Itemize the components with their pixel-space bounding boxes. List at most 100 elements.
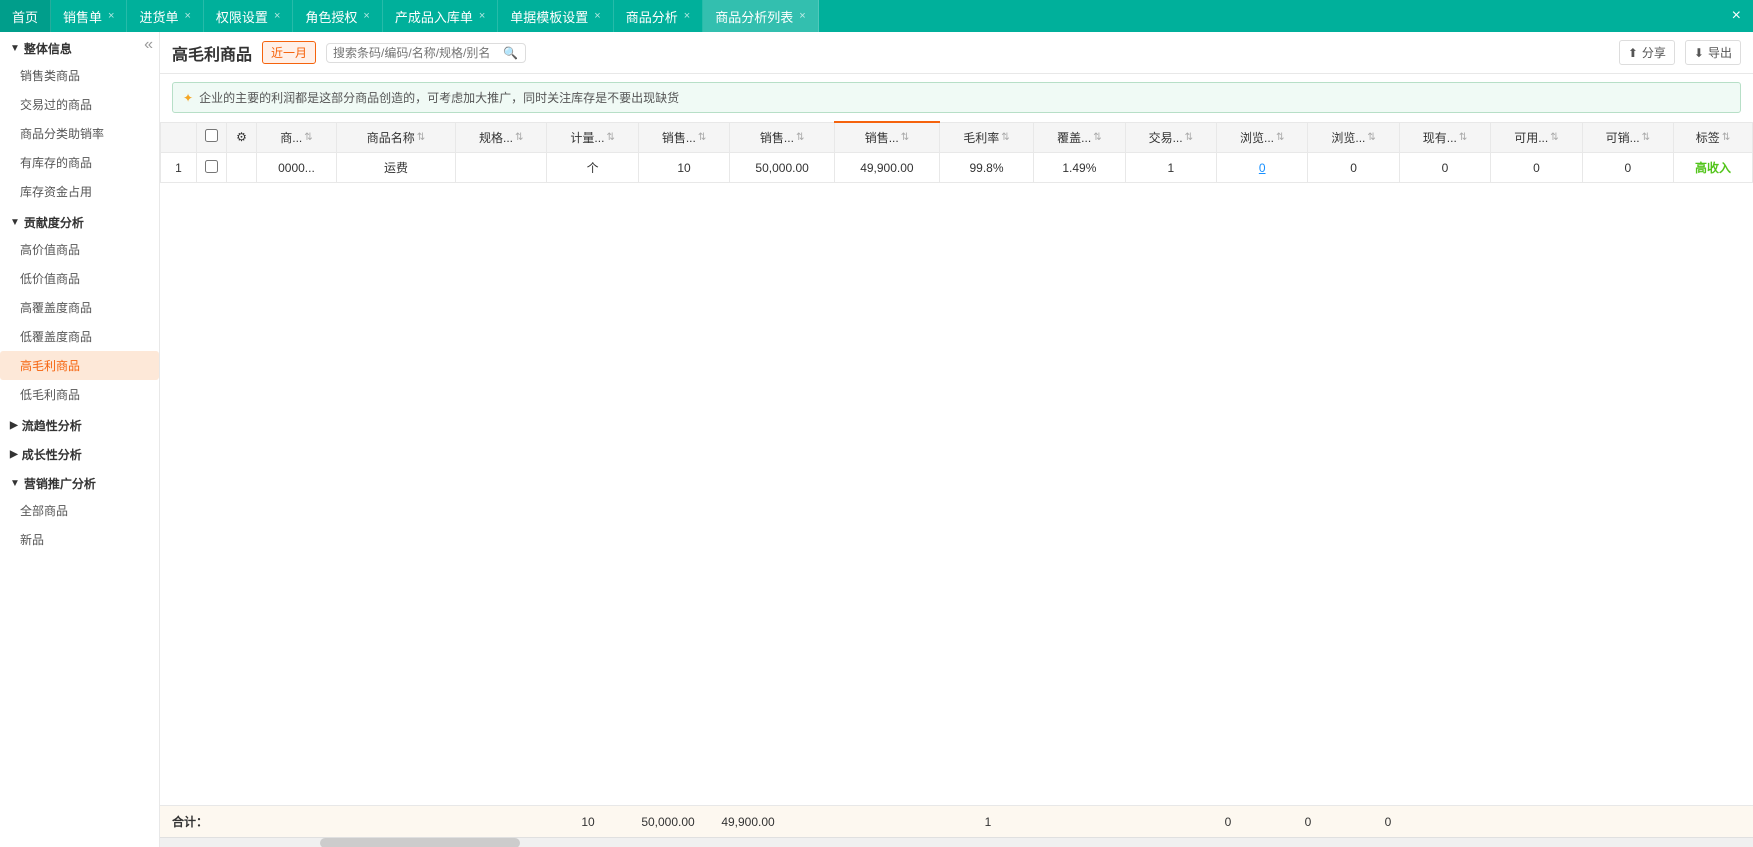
col-name[interactable]: 商品名称 ⇅ <box>336 122 455 153</box>
sort-icon[interactable]: ⇅ <box>515 132 523 143</box>
sort-icon[interactable]: ⇅ <box>1276 132 1284 143</box>
sidebar-item-new-goods[interactable]: 新品 <box>0 525 159 554</box>
nav-product-analysis[interactable]: 商品分析 × <box>614 0 703 32</box>
page-title: 高毛利商品 <box>172 41 252 65</box>
nav-role-auth[interactable]: 角色授权 × <box>293 0 382 32</box>
settings-icon[interactable]: ⚙ <box>236 130 247 144</box>
sidebar-item-capital-usage[interactable]: 库存资金占用 <box>0 177 159 206</box>
footer-gross-rate <box>788 813 868 831</box>
sort-icon[interactable]: ⇅ <box>1550 132 1558 143</box>
close-icon[interactable]: × <box>363 10 369 22</box>
sidebar-item-low-value[interactable]: 低价值商品 <box>0 264 159 293</box>
search-box[interactable]: 🔍 <box>326 43 526 63</box>
filter-recent-month-button[interactable]: 近一月 <box>262 41 316 64</box>
sort-icon[interactable]: ⇅ <box>1642 132 1650 143</box>
close-icon[interactable]: × <box>799 10 805 22</box>
sidebar-item-sales-goods[interactable]: 销售类商品 <box>0 61 159 90</box>
cell-browse2: 0 <box>1308 153 1399 183</box>
col-stock-saleable[interactable]: 可销... ⇅ <box>1582 122 1673 153</box>
notice-icon: ✦ <box>183 91 193 105</box>
col-sales-qty[interactable]: 销售... ⇅ <box>638 122 729 153</box>
col-code[interactable]: 商... ⇅ <box>257 122 337 153</box>
nav-purchase-order[interactable]: 进货单 × <box>127 0 203 32</box>
sort-icon[interactable]: ⇅ <box>606 132 614 143</box>
col-browse1[interactable]: 浏览... ⇅ <box>1216 122 1307 153</box>
sort-icon[interactable]: ⇅ <box>304 132 312 143</box>
close-icon[interactable]: × <box>684 10 690 22</box>
cell-code: 0000... <box>257 153 337 183</box>
share-icon: ⬆ <box>1628 46 1638 60</box>
sort-icon[interactable]: ⇅ <box>1093 132 1101 143</box>
col-browse2[interactable]: 浏览... ⇅ <box>1308 122 1399 153</box>
nav-home[interactable]: 首页 <box>0 0 51 32</box>
col-settings[interactable]: ⚙ <box>227 122 257 153</box>
col-sales-amount[interactable]: 销售... ⇅ <box>730 122 835 153</box>
footer-coverage <box>868 813 948 831</box>
sort-icon[interactable]: ⇅ <box>1185 132 1193 143</box>
search-icon[interactable]: 🔍 <box>503 46 518 60</box>
col-stock-current[interactable]: 现有... ⇅ <box>1399 122 1490 153</box>
content-area: 高毛利商品 近一月 🔍 ⬆ 分享 ⬇ 导出 <box>160 32 1753 847</box>
col-trade[interactable]: 交易... ⇅ <box>1125 122 1216 153</box>
col-spec[interactable]: 规格... ⇅ <box>456 122 547 153</box>
sidebar-group-trend[interactable]: ▶ 流趋性分析 <box>0 409 159 438</box>
sidebar-item-low-margin[interactable]: 低毛利商品 <box>0 380 159 409</box>
sidebar-item-low-coverage[interactable]: 低覆盖度商品 <box>0 322 159 351</box>
horizontal-scrollbar[interactable] <box>160 837 1753 847</box>
sort-icon[interactable]: ⇅ <box>1001 132 1009 143</box>
cell-browse1[interactable]: 0 <box>1216 153 1307 183</box>
nav-permission-settings[interactable]: 权限设置 × <box>204 0 293 32</box>
content-header: 高毛利商品 近一月 🔍 ⬆ 分享 ⬇ 导出 <box>160 32 1753 74</box>
sort-icon[interactable]: ⇅ <box>698 132 706 143</box>
scrollbar-thumb[interactable] <box>320 838 520 847</box>
sidebar-item-traded-goods[interactable]: 交易过的商品 <box>0 90 159 119</box>
chevron-down-icon: ▼ <box>10 478 20 489</box>
nav-product-analysis-list[interactable]: 商品分析列表 × <box>703 0 818 32</box>
col-gross-rate[interactable]: 毛利率 ⇅ <box>939 122 1033 153</box>
sidebar-collapse-button[interactable]: « <box>144 36 153 54</box>
nav-sales-order[interactable]: 销售单 × <box>51 0 127 32</box>
sidebar-item-in-stock[interactable]: 有库存的商品 <box>0 148 159 177</box>
sidebar-group-contribution[interactable]: ▼ 贡献度分析 <box>0 206 159 235</box>
row-checkbox[interactable] <box>205 160 218 173</box>
nav-product-warehouse[interactable]: 产成品入库单 × <box>383 0 498 32</box>
share-button[interactable]: ⬆ 分享 <box>1619 40 1675 65</box>
sidebar-item-high-margin[interactable]: 高毛利商品 <box>0 351 159 380</box>
sort-icon[interactable]: ⇅ <box>1459 132 1467 143</box>
cell-sales-amount: 50,000.00 <box>730 153 835 183</box>
sidebar-group-overall[interactable]: ▼ 整体信息 <box>0 32 159 61</box>
sidebar-item-high-value[interactable]: 高价值商品 <box>0 235 159 264</box>
close-icon[interactable]: × <box>108 10 114 22</box>
col-sales-profit[interactable]: 销售... ⇅ <box>835 122 940 153</box>
export-button[interactable]: ⬇ 导出 <box>1685 40 1741 65</box>
sort-icon[interactable]: ⇅ <box>1367 132 1375 143</box>
sidebar-group-growth[interactable]: ▶ 成长性分析 <box>0 438 159 467</box>
col-stock-available[interactable]: 可用... ⇅ <box>1491 122 1582 153</box>
col-tag[interactable]: 标签 ⇅ <box>1674 122 1753 153</box>
footer-trade: 1 <box>948 813 1028 831</box>
sort-icon[interactable]: ⇅ <box>901 132 909 143</box>
chevron-right-icon: ▶ <box>10 449 18 460</box>
search-input[interactable] <box>333 46 503 60</box>
nav-template-settings[interactable]: 单据模板设置 × <box>498 0 613 32</box>
sort-icon[interactable]: ⇅ <box>1722 132 1730 143</box>
close-icon[interactable]: × <box>184 10 190 22</box>
sort-icon[interactable]: ⇅ <box>417 132 425 143</box>
footer-stock-saleable: 0 <box>1348 813 1428 831</box>
close-icon[interactable]: × <box>479 10 485 22</box>
sidebar-item-category-rate[interactable]: 商品分类助销率 <box>0 119 159 148</box>
top-navigation: 首页 销售单 × 进货单 × 权限设置 × 角色授权 × 产成品入库单 × 单据… <box>0 0 1753 32</box>
close-window-button[interactable]: × <box>1720 0 1753 32</box>
sort-icon[interactable]: ⇅ <box>796 132 804 143</box>
cell-checkbox[interactable] <box>197 153 227 183</box>
sidebar-item-high-coverage[interactable]: 高覆盖度商品 <box>0 293 159 322</box>
col-checkbox[interactable] <box>197 122 227 153</box>
col-unit[interactable]: 计量... ⇅ <box>547 122 638 153</box>
select-all-checkbox[interactable] <box>205 129 218 142</box>
sidebar-group-marketing[interactable]: ▼ 营销推广分析 <box>0 467 159 496</box>
footer-totals-bar: 合计： 10 50,000.00 49,900.00 1 0 0 0 <box>160 805 1753 837</box>
col-coverage[interactable]: 覆盖... ⇅ <box>1034 122 1125 153</box>
close-icon[interactable]: × <box>594 10 600 22</box>
sidebar-item-all-goods[interactable]: 全部商品 <box>0 496 159 525</box>
close-icon[interactable]: × <box>274 10 280 22</box>
